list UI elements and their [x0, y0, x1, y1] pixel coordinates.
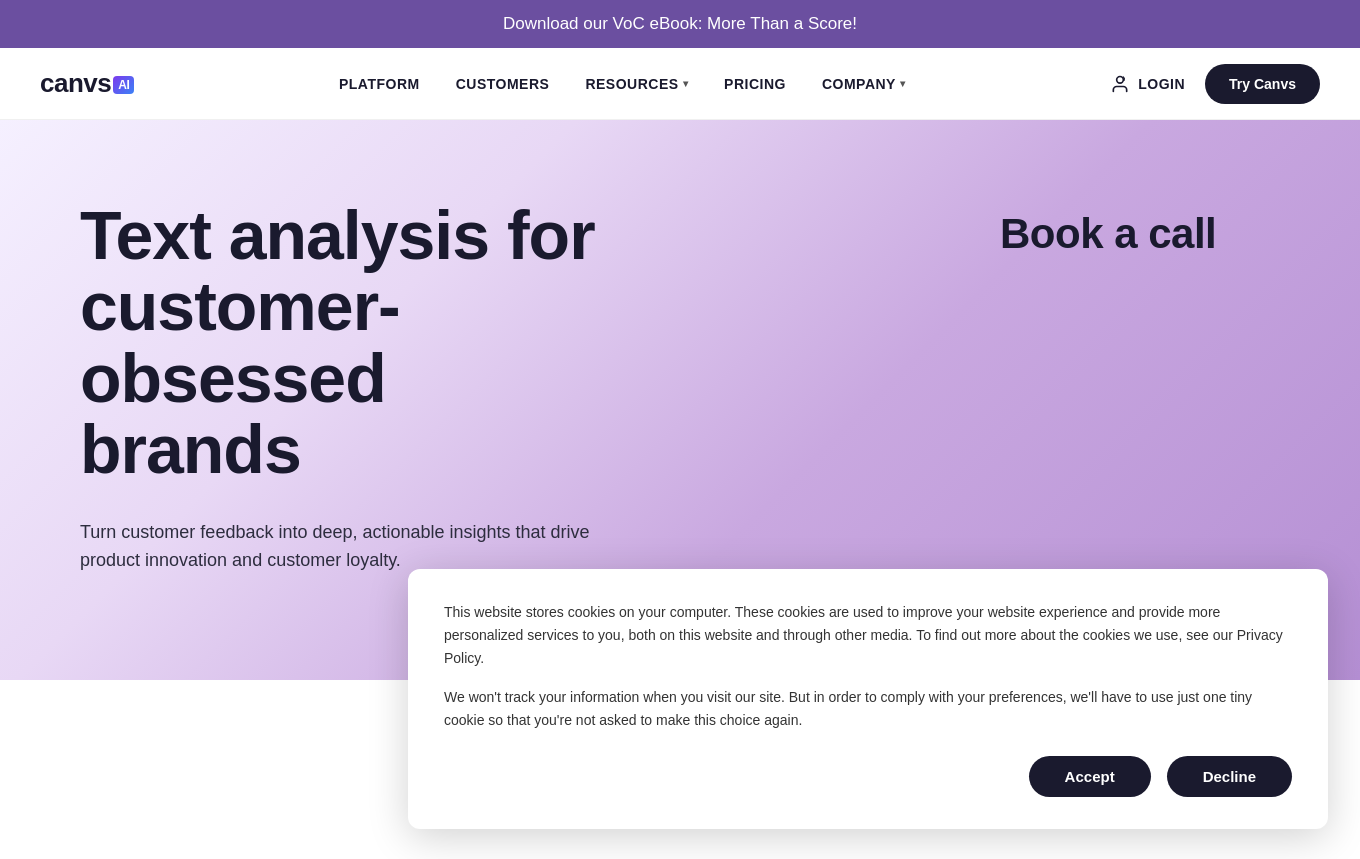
login-button[interactable]: LOGIN — [1110, 74, 1185, 94]
logo-ai-badge: AI — [113, 76, 134, 94]
person-icon — [1110, 74, 1130, 94]
navbar: canvsAI PLATFORM CUSTOMERS RESOURCES ▾ P… — [0, 48, 1360, 120]
cookie-buttons: Accept Decline — [444, 756, 1292, 797]
hero-left: Text analysis for customer-obsessed bran… — [80, 200, 680, 575]
hero-title: Text analysis for customer-obsessed bran… — [80, 200, 680, 486]
cookie-decline-button[interactable]: Decline — [1167, 756, 1292, 797]
cookie-accept-button[interactable]: Accept — [1029, 756, 1151, 797]
book-call-title[interactable]: Book a call — [1000, 210, 1280, 258]
hero-right: Book a call — [1000, 200, 1280, 258]
cookie-banner: This website stores cookies on your comp… — [408, 569, 1328, 829]
resources-chevron-icon: ▾ — [683, 78, 689, 89]
top-banner[interactable]: Download our VoC eBook: More Than a Scor… — [0, 0, 1360, 48]
nav-links: PLATFORM CUSTOMERS RESOURCES ▾ PRICING C… — [339, 76, 906, 92]
svg-point-0 — [1117, 76, 1124, 83]
nav-pricing[interactable]: PRICING — [724, 76, 786, 92]
logo[interactable]: canvsAI — [40, 68, 134, 99]
try-canvs-button[interactable]: Try Canvs — [1205, 64, 1320, 104]
logo-text: canvsAI — [40, 68, 134, 99]
cookie-text-2: We won't track your information when you… — [444, 686, 1292, 732]
company-chevron-icon: ▾ — [900, 78, 906, 89]
nav-resources[interactable]: RESOURCES ▾ — [585, 76, 688, 92]
nav-right: LOGIN Try Canvs — [1110, 64, 1320, 104]
nav-company[interactable]: COMPANY ▾ — [822, 76, 906, 92]
nav-platform[interactable]: PLATFORM — [339, 76, 420, 92]
cookie-text-1: This website stores cookies on your comp… — [444, 601, 1292, 670]
hero-subtitle: Turn customer feedback into deep, action… — [80, 518, 600, 576]
nav-customers[interactable]: CUSTOMERS — [456, 76, 550, 92]
